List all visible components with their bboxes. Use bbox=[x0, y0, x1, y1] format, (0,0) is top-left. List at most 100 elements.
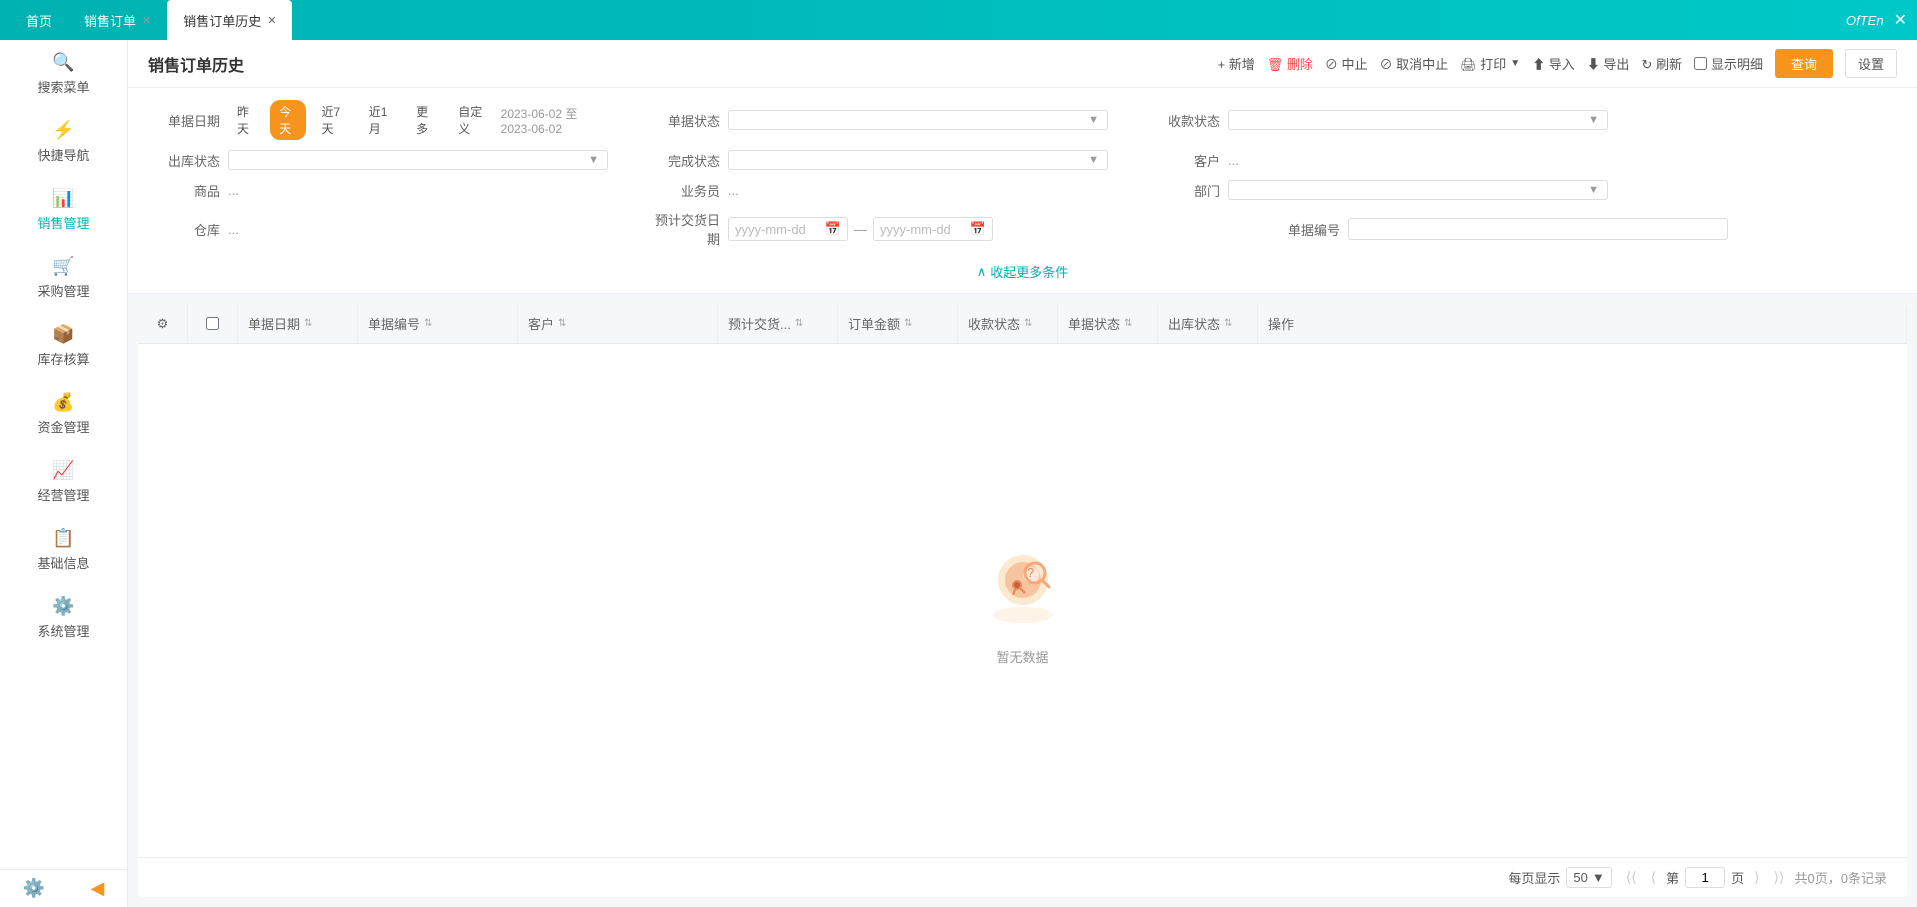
per-page-arrow-icon: ▼ bbox=[1592, 870, 1605, 885]
per-page-select[interactable]: 50 ▼ bbox=[1566, 867, 1611, 888]
warehouse-ellipsis[interactable]: ... bbox=[228, 222, 239, 237]
empty-state: ? 暂无数据 bbox=[973, 535, 1073, 666]
date-btn-7days[interactable]: 近7天 bbox=[312, 100, 353, 140]
department-arrow-icon: ▼ bbox=[1588, 184, 1599, 196]
print-arrow-icon: ▼ bbox=[1510, 58, 1520, 69]
sidebar-item-purchase-mgmt[interactable]: 🛒 采购管理 bbox=[0, 244, 127, 312]
th-outbound-status-sort-icon[interactable]: ⇅ bbox=[1224, 318, 1232, 329]
page-input[interactable] bbox=[1685, 867, 1725, 888]
page-nav-prev[interactable]: ⟨ bbox=[1647, 867, 1660, 888]
sidebar-item-sales-mgmt[interactable]: 📊 销售管理 bbox=[0, 176, 127, 244]
bill-status-control: ▼ bbox=[728, 110, 1108, 130]
page-nav-next[interactable]: ⟩ bbox=[1750, 867, 1763, 888]
th-payment-status-sort-icon[interactable]: ⇅ bbox=[1024, 318, 1032, 329]
add-button[interactable]: + 新增 bbox=[1218, 54, 1255, 73]
th-date-sort-icon[interactable]: ⇅ bbox=[304, 318, 312, 329]
cancel-stop-button[interactable]: ⊘ 取消中止 bbox=[1380, 54, 1449, 73]
date-btn-1month[interactable]: 近1月 bbox=[360, 100, 401, 140]
th-settings[interactable]: ⚙ bbox=[138, 304, 188, 343]
tab-sales-order-close[interactable]: ✕ bbox=[142, 14, 151, 27]
th-amount-sort-icon[interactable]: ⇅ bbox=[904, 318, 912, 329]
sidebar-item-finance[interactable]: 💰 资金管理 bbox=[0, 380, 127, 448]
tab-sales-order[interactable]: 销售订单 ✕ bbox=[68, 0, 167, 40]
th-amount: 订单金额 ⇅ bbox=[838, 304, 958, 343]
th-customer-label: 客户 bbox=[528, 314, 554, 333]
th-number-sort-icon[interactable]: ⇅ bbox=[424, 318, 432, 329]
outbound-status-select[interactable]: ▼ bbox=[228, 150, 608, 170]
tab-sales-order-history[interactable]: 销售订单历史 ✕ bbox=[167, 0, 292, 40]
export-button[interactable]: ⬇ 导出 bbox=[1587, 54, 1630, 73]
th-action: 操作 bbox=[1258, 304, 1907, 343]
delete-button[interactable]: 🗑 删除 bbox=[1267, 54, 1313, 73]
topbar-close-icon[interactable]: ✕ bbox=[1894, 10, 1907, 30]
tab-home[interactable]: 首页 bbox=[10, 0, 68, 40]
display-toggle-checkbox[interactable] bbox=[1694, 57, 1707, 70]
date-btn-today[interactable]: 今天 bbox=[270, 100, 306, 140]
payment-status-arrow-icon: ▼ bbox=[1588, 114, 1599, 126]
date-btn-yesterday[interactable]: 昨天 bbox=[228, 100, 264, 140]
settings-icon: ⚙ bbox=[157, 316, 169, 332]
th-delivery-sort-icon[interactable]: ⇅ bbox=[795, 318, 803, 329]
date-btn-more[interactable]: 更多 bbox=[407, 100, 443, 140]
filter-row-3: 商品 ... 业务员 ... 部门 ▼ bbox=[148, 180, 1897, 200]
select-all-checkbox[interactable] bbox=[206, 317, 219, 330]
th-date: 单据日期 ⇅ bbox=[238, 304, 358, 343]
calendar-end-icon: 📅 bbox=[970, 221, 986, 237]
import-button[interactable]: ⬆ 导入 bbox=[1532, 54, 1575, 73]
table-body: ? 暂无数据 bbox=[138, 344, 1907, 857]
content-area: 销售订单历史 + 新增 🗑 删除 ⊘ 中止 ⊘ 取消中止 🖨 打印 ▼ bbox=[128, 40, 1917, 907]
sidebar-item-inventory[interactable]: 📦 库存核算 bbox=[0, 312, 127, 380]
refresh-button[interactable]: ↻ 刷新 bbox=[1641, 54, 1682, 73]
per-page: 每页显示 50 ▼ bbox=[1508, 867, 1611, 888]
settings-button[interactable]: 设置 bbox=[1845, 49, 1897, 78]
date-btn-custom[interactable]: 自定义 bbox=[449, 100, 494, 140]
often-label: OfTEn bbox=[1846, 13, 1884, 28]
complete-status-arrow-icon: ▼ bbox=[1088, 154, 1099, 166]
quick-nav-icon: ⚡ bbox=[52, 120, 74, 141]
empty-illustration: ? bbox=[973, 535, 1073, 635]
bill-status-arrow-icon: ▼ bbox=[1088, 114, 1099, 126]
salesperson-ellipsis[interactable]: ... bbox=[728, 183, 739, 198]
department-select[interactable]: ▼ bbox=[1228, 180, 1608, 200]
sidebar-item-operations[interactable]: 📈 经营管理 bbox=[0, 448, 127, 516]
page-nav-first[interactable]: ⟨⟨ bbox=[1622, 867, 1641, 888]
sidebar-item-quick-nav[interactable]: ⚡ 快捷导航 bbox=[0, 108, 127, 176]
finance-icon: 💰 bbox=[52, 392, 74, 413]
tab-sales-order-history-close[interactable]: ✕ bbox=[267, 14, 276, 27]
th-date-label: 单据日期 bbox=[248, 314, 300, 333]
page-nav-last[interactable]: ⟩⟩ bbox=[1770, 867, 1789, 888]
query-button[interactable]: 查询 bbox=[1775, 49, 1833, 78]
th-action-label: 操作 bbox=[1268, 314, 1294, 333]
customer-ellipsis[interactable]: ... bbox=[1228, 153, 1239, 168]
sidebar-item-basic-info[interactable]: 📋 基础信息 bbox=[0, 516, 127, 584]
complete-status-select[interactable]: ▼ bbox=[728, 150, 1108, 170]
stop-button[interactable]: ⊘ 中止 bbox=[1325, 54, 1368, 73]
collapse-button[interactable]: ∧ 收起更多条件 bbox=[977, 262, 1069, 281]
top-bar: 首页 销售订单 ✕ 销售订单历史 ✕ OfTEn ✕ bbox=[0, 0, 1917, 40]
th-customer-sort-icon[interactable]: ⇅ bbox=[558, 318, 566, 329]
table-header: ⚙ 单据日期 ⇅ 单据编号 ⇅ 客户 ⇅ 预计交货... bbox=[138, 304, 1907, 344]
payment-status-select[interactable]: ▼ bbox=[1228, 110, 1608, 130]
sidebar-collapse-icon[interactable]: ◀ bbox=[90, 878, 104, 899]
bill-number-input[interactable] bbox=[1348, 218, 1728, 240]
goods-ellipsis[interactable]: ... bbox=[228, 183, 239, 198]
delivery-date-end[interactable]: yyyy-mm-dd 📅 bbox=[873, 217, 993, 241]
sidebar-item-inventory-label: 库存核算 bbox=[37, 349, 89, 368]
sidebar-item-system-mgmt[interactable]: ⚙️ 系统管理 bbox=[0, 584, 127, 652]
display-toggle[interactable]: 显示明细 bbox=[1694, 54, 1763, 73]
delivery-date-start[interactable]: yyyy-mm-dd 📅 bbox=[728, 217, 848, 241]
per-page-label: 每页显示 bbox=[1508, 868, 1560, 887]
print-button[interactable]: 🖨 打印 ▼ bbox=[1460, 54, 1520, 73]
th-bill-status-sort-icon[interactable]: ⇅ bbox=[1124, 318, 1132, 329]
add-label: + 新增 bbox=[1218, 54, 1255, 73]
total-info: 共0页，0条记录 bbox=[1795, 868, 1887, 887]
th-customer: 客户 ⇅ bbox=[518, 304, 718, 343]
sidebar-settings-icon[interactable]: ⚙️ bbox=[23, 878, 45, 899]
goods-control: ... bbox=[228, 183, 608, 198]
bill-status-label: 单据状态 bbox=[648, 111, 728, 130]
bill-status-select[interactable]: ▼ bbox=[728, 110, 1108, 130]
th-delivery: 预计交货... ⇅ bbox=[718, 304, 838, 343]
sidebar-item-search-menu[interactable]: 🔍 搜索菜单 bbox=[0, 40, 127, 108]
cancel-stop-label: ⊘ 取消中止 bbox=[1380, 54, 1449, 73]
payment-status-control: ▼ bbox=[1228, 110, 1608, 130]
